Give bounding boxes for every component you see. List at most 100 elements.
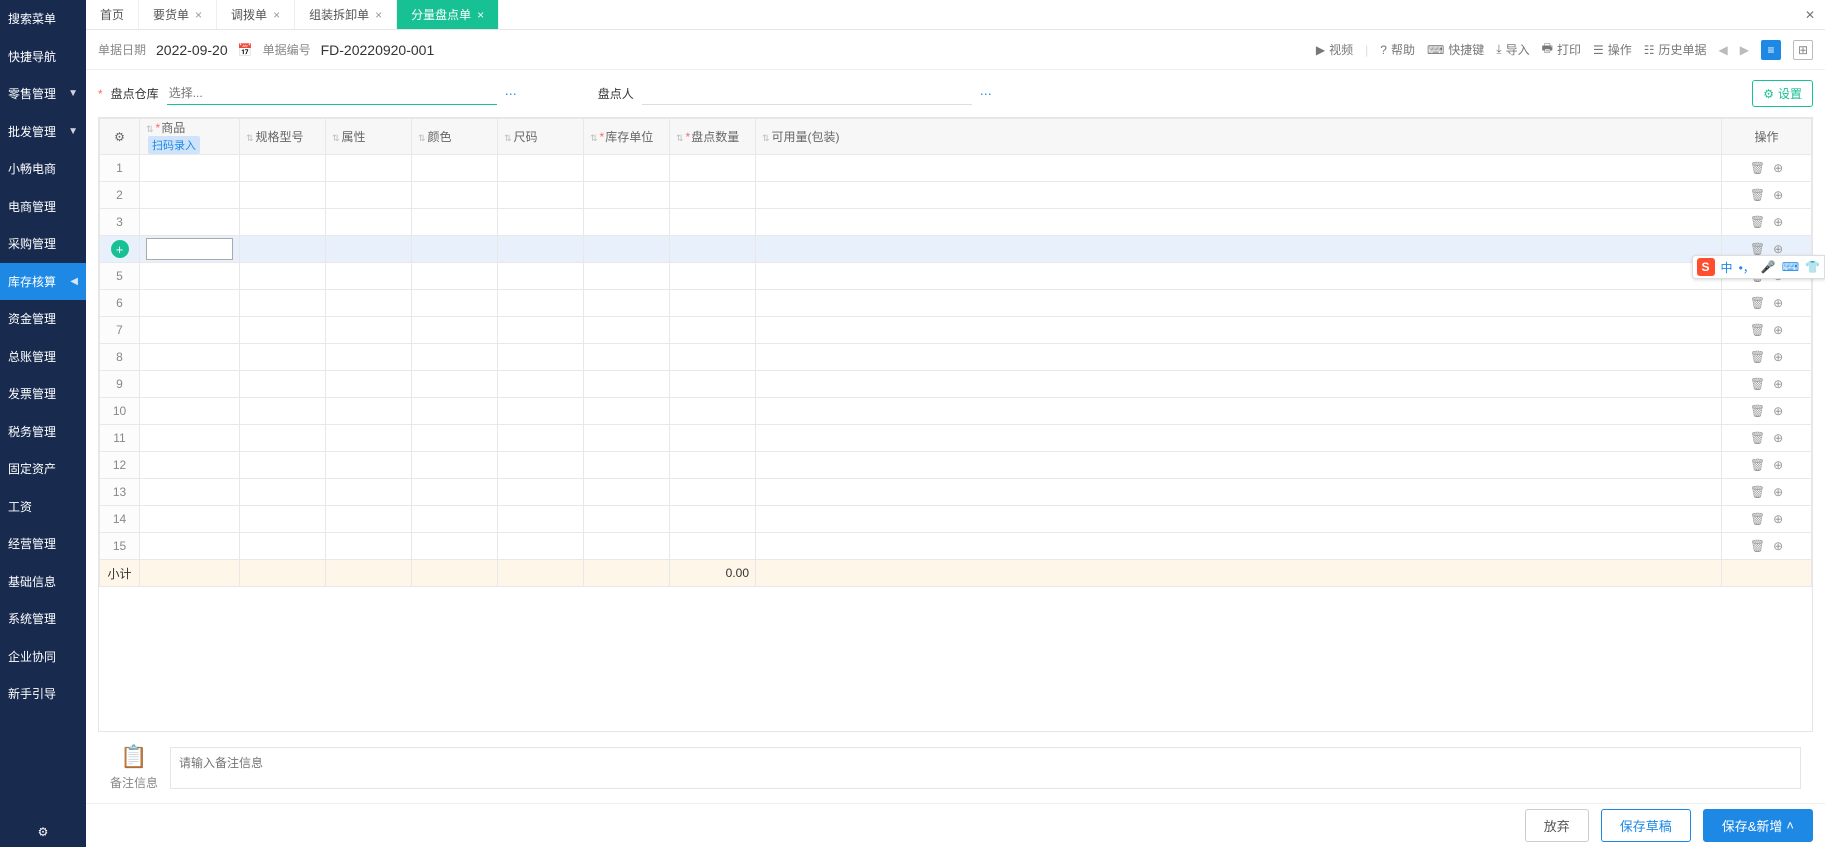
cell[interactable]	[412, 398, 498, 425]
table-row[interactable]: 10🗑⊕	[100, 398, 1812, 425]
table-row[interactable]: 14🗑⊕	[100, 506, 1812, 533]
cell[interactable]	[240, 209, 326, 236]
col-size[interactable]: ⇅尺码	[498, 119, 584, 155]
cell[interactable]	[584, 155, 670, 182]
copy-row-icon[interactable]: ⊕	[1773, 431, 1783, 445]
cell[interactable]	[756, 236, 1722, 263]
cell[interactable]	[670, 506, 756, 533]
cell[interactable]	[498, 506, 584, 533]
sidebar-item-0[interactable]: 搜索菜单	[0, 0, 86, 38]
cell[interactable]	[498, 290, 584, 317]
cell[interactable]	[756, 452, 1722, 479]
col-product[interactable]: ⇅*商品扫码录入	[140, 119, 240, 155]
cell[interactable]	[670, 533, 756, 560]
table-row[interactable]: 6🗑⊕	[100, 290, 1812, 317]
cell[interactable]	[140, 263, 240, 290]
col-avail[interactable]: ⇅可用量(包装)	[756, 119, 1722, 155]
cell[interactable]	[140, 479, 240, 506]
copy-row-icon[interactable]: ⊕	[1773, 188, 1783, 202]
cell[interactable]	[670, 209, 756, 236]
ime-skin-icon[interactable]: 👕	[1805, 260, 1820, 274]
tab-1[interactable]: 要货单×	[139, 0, 217, 29]
cell[interactable]	[140, 236, 240, 263]
save-new-button[interactable]: 保存&新增˄	[1703, 809, 1813, 842]
cell[interactable]	[412, 209, 498, 236]
close-all-tabs[interactable]: ✕	[1795, 0, 1825, 29]
discard-button[interactable]: 放弃	[1525, 809, 1589, 842]
cell[interactable]	[240, 452, 326, 479]
ime-mic-icon[interactable]: 🎤	[1761, 260, 1776, 274]
next-icon[interactable]: ▶	[1740, 43, 1749, 57]
sidebar-item-4[interactable]: 小畅电商	[0, 150, 86, 188]
cell[interactable]	[498, 533, 584, 560]
tab-4[interactable]: 分量盘点单×	[397, 0, 499, 29]
copy-row-icon[interactable]: ⊕	[1773, 242, 1783, 256]
ime-lang[interactable]: 中	[1721, 259, 1733, 276]
col-qty[interactable]: ⇅*盘点数量	[670, 119, 756, 155]
cell[interactable]	[326, 479, 412, 506]
delete-row-icon[interactable]: 🗑	[1750, 539, 1765, 553]
cell[interactable]	[498, 479, 584, 506]
cell[interactable]	[240, 425, 326, 452]
cell[interactable]	[670, 182, 756, 209]
delete-row-icon[interactable]: 🗑	[1750, 296, 1765, 310]
delete-row-icon[interactable]: 🗑	[1750, 404, 1765, 418]
cell[interactable]	[240, 182, 326, 209]
cell[interactable]	[240, 506, 326, 533]
cell[interactable]	[670, 344, 756, 371]
cell[interactable]	[240, 155, 326, 182]
warehouse-input[interactable]	[167, 82, 497, 105]
cell[interactable]	[240, 398, 326, 425]
close-icon[interactable]: ×	[375, 8, 382, 22]
cell[interactable]	[584, 317, 670, 344]
sidebar-item-13[interactable]: 工资	[0, 488, 86, 526]
cell[interactable]	[670, 425, 756, 452]
cell[interactable]	[140, 182, 240, 209]
cell[interactable]	[326, 263, 412, 290]
cell[interactable]	[584, 398, 670, 425]
cell[interactable]	[412, 290, 498, 317]
cell[interactable]	[670, 317, 756, 344]
save-draft-button[interactable]: 保存草稿	[1601, 809, 1691, 842]
scan-input-badge[interactable]: 扫码录入	[148, 136, 200, 154]
cell[interactable]	[140, 398, 240, 425]
copy-row-icon[interactable]: ⊕	[1773, 323, 1783, 337]
copy-row-icon[interactable]: ⊕	[1773, 350, 1783, 364]
copy-row-icon[interactable]: ⊕	[1773, 539, 1783, 553]
sidebar-item-6[interactable]: 采购管理	[0, 225, 86, 263]
cell[interactable]	[584, 290, 670, 317]
cell[interactable]	[584, 182, 670, 209]
copy-row-icon[interactable]: ⊕	[1773, 404, 1783, 418]
doc-date-value[interactable]: 2022-09-20	[156, 42, 228, 58]
ime-punct-icon[interactable]: •，	[1739, 259, 1755, 276]
cell[interactable]	[412, 533, 498, 560]
add-row-icon[interactable]: +	[111, 240, 129, 258]
cell[interactable]	[670, 452, 756, 479]
cell[interactable]	[240, 479, 326, 506]
cell[interactable]	[140, 371, 240, 398]
sidebar-item-18[interactable]: 新手引导	[0, 675, 86, 713]
cell[interactable]	[140, 344, 240, 371]
sidebar-settings-icon[interactable]: ⚙	[0, 817, 86, 847]
person-input[interactable]	[642, 82, 972, 105]
table-row[interactable]: 12🗑⊕	[100, 452, 1812, 479]
cell[interactable]	[326, 290, 412, 317]
cell[interactable]	[240, 236, 326, 263]
sidebar-item-16[interactable]: 系统管理	[0, 600, 86, 638]
table-row[interactable]: 8🗑⊕	[100, 344, 1812, 371]
cell[interactable]	[756, 506, 1722, 533]
cell[interactable]	[584, 371, 670, 398]
table-row[interactable]: 3🗑⊕	[100, 209, 1812, 236]
cell[interactable]	[326, 506, 412, 533]
cell[interactable]	[756, 290, 1722, 317]
delete-row-icon[interactable]: 🗑	[1750, 458, 1765, 472]
cell[interactable]	[412, 452, 498, 479]
close-icon[interactable]: ×	[477, 8, 484, 22]
table-row[interactable]: 7🗑⊕	[100, 317, 1812, 344]
delete-row-icon[interactable]: 🗑	[1750, 512, 1765, 526]
cell[interactable]	[240, 317, 326, 344]
ime-toolbar[interactable]: S 中 •， 🎤 ⌨ 👕	[1692, 255, 1825, 279]
copy-row-icon[interactable]: ⊕	[1773, 296, 1783, 310]
history-link[interactable]: ☷ 历史单据	[1644, 41, 1707, 58]
cell[interactable]	[240, 263, 326, 290]
